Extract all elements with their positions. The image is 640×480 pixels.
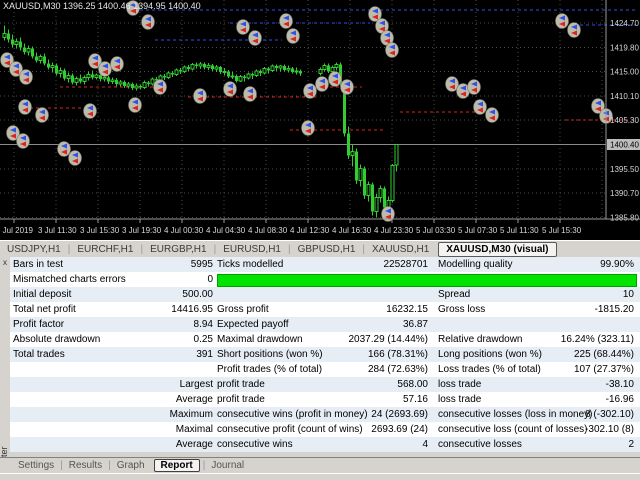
svg-text:1410.10: 1410.10 bbox=[610, 92, 639, 101]
svg-text:5 Jul 03:30: 5 Jul 03:30 bbox=[416, 226, 456, 235]
report-cell-value: 16232.15 bbox=[386, 304, 428, 315]
tester-tab-journal[interactable]: Journal bbox=[205, 460, 250, 471]
report-cell-value: Average bbox=[175, 394, 213, 405]
report-row: Maximal consecutive profit (count of wins… bbox=[10, 422, 640, 437]
svg-text:4 Jul 00:30: 4 Jul 00:30 bbox=[164, 226, 204, 235]
svg-text:5 Jul 15:30: 5 Jul 15:30 bbox=[542, 226, 582, 235]
chart-tab[interactable]: GBPUSD,H1 bbox=[291, 243, 363, 256]
tester-tab-results[interactable]: Results bbox=[63, 460, 108, 471]
report-cell-value: 2037.29 (14.44%) bbox=[348, 334, 428, 345]
report-cell-value: 16.24% (323.11) bbox=[560, 334, 634, 345]
svg-text:3 Jul 2019: 3 Jul 2019 bbox=[0, 226, 33, 235]
report-cell-value: 14416.95 bbox=[171, 304, 213, 315]
report-cell-value: 22528701 bbox=[383, 259, 429, 270]
svg-text:1405.30: 1405.30 bbox=[610, 116, 639, 125]
tester-tab-report[interactable]: Report bbox=[153, 459, 200, 472]
report-cell-value: 24 (2693.69) bbox=[371, 409, 428, 420]
report-cell-value: 500.00 bbox=[182, 289, 213, 300]
report-cell-value: 225 (68.44%) bbox=[573, 349, 634, 360]
report-cell-value: 0.25 bbox=[193, 334, 213, 345]
report-cell-value: 5995 bbox=[190, 259, 213, 270]
report-row: Bars in test 5995 Ticks modelled 22528701 Mo… bbox=[10, 257, 640, 272]
report-cell-value: 8 (-302.10) bbox=[585, 409, 634, 420]
svg-text:4 Jul 16:30: 4 Jul 16:30 bbox=[332, 226, 372, 235]
chart-tab[interactable]: XAUUSD,M30 (visual) bbox=[438, 242, 557, 257]
report-row: Profit factor 8.94 Expected payoff 36.87 bbox=[10, 317, 640, 332]
current-price-tag: 1400.40 bbox=[607, 139, 640, 150]
report-table: Bars in test 5995 Ticks modelled 22528701 Mo… bbox=[10, 257, 640, 452]
report-row: Absolute drawdown 0.25 Maximal drawdown 203… bbox=[10, 332, 640, 347]
report-cell-value: 284 (72.63%) bbox=[367, 364, 428, 375]
price-chart[interactable]: 1424.70 1419.80 1415.00 1410.10 1405.30 1395.… bbox=[0, 0, 640, 240]
chart-tab[interactable]: EURCHF,H1 bbox=[70, 243, 140, 256]
report-cell-value: 36.87 bbox=[402, 319, 428, 330]
report-cell-value: 99.90% bbox=[600, 259, 634, 270]
tester-tab-settings[interactable]: Settings bbox=[12, 460, 60, 471]
svg-text:3 Jul 19:30: 3 Jul 19:30 bbox=[122, 226, 162, 235]
report-cell-value: Average bbox=[175, 439, 213, 450]
report-cell-value: 568.00 bbox=[397, 379, 428, 390]
report-row: Average profit trade 57.16 loss trade -16.96 bbox=[10, 392, 640, 407]
svg-text:1419.80: 1419.80 bbox=[610, 44, 639, 53]
report-row: Total net profit 14416.95 Gross profit 1623… bbox=[10, 302, 640, 317]
report-cell-value: 391 bbox=[196, 349, 213, 360]
report-row: Average consecutive wins 4 consecutive loss… bbox=[10, 437, 640, 452]
svg-text:4 Jul 08:30: 4 Jul 08:30 bbox=[248, 226, 288, 235]
svg-text:4 Jul 23:30: 4 Jul 23:30 bbox=[374, 226, 414, 235]
svg-text:4 Jul 12:30: 4 Jul 12:30 bbox=[290, 226, 330, 235]
svg-text:4 Jul 04:30: 4 Jul 04:30 bbox=[206, 226, 246, 235]
report-cell-value: 4 bbox=[422, 439, 428, 450]
svg-text:1415.00: 1415.00 bbox=[610, 68, 639, 77]
svg-text:5 Jul 11:30: 5 Jul 11:30 bbox=[500, 226, 539, 235]
report-cell-value: Maximum bbox=[169, 409, 213, 420]
chart-tab[interactable]: EURGBP,H1 bbox=[143, 243, 214, 256]
svg-text:3 Jul 15:30: 3 Jul 15:30 bbox=[80, 226, 120, 235]
report-cell-value: 166 (78.31%) bbox=[367, 349, 428, 360]
close-icon[interactable]: x bbox=[1, 258, 9, 267]
tester-panel-edge: x Tester bbox=[0, 257, 10, 473]
report-cell-value: -302.10 (8) bbox=[585, 424, 634, 435]
report-row: Largest profit trade 568.00 loss trade -38.1… bbox=[10, 377, 640, 392]
chart-tab[interactable]: XAUUSD,H1 bbox=[365, 243, 436, 256]
report-cell-value: Largest bbox=[179, 379, 213, 390]
svg-text:5 Jul 07:30: 5 Jul 07:30 bbox=[458, 226, 498, 235]
report-cell-value: Maximal bbox=[175, 424, 213, 435]
svg-text:1424.70: 1424.70 bbox=[610, 19, 639, 28]
chart-title: XAUUSD,M30 1396.25 1400.46 1394.95 1400.… bbox=[3, 1, 201, 11]
chart-tab[interactable]: USDJPY,H1 bbox=[0, 243, 68, 256]
report-cell-value: -1815.20 bbox=[594, 304, 634, 315]
report-cell-value: 2693.69 (24) bbox=[371, 424, 428, 435]
report-cell-value: -38.10 bbox=[605, 379, 634, 390]
report-cell-value: 10 bbox=[622, 289, 634, 300]
report-row: Maximum consecutive wins (profit in money… bbox=[10, 407, 640, 422]
modelling-quality-bar bbox=[217, 274, 637, 287]
report-row: Initial deposit 500.00 Spread 10 bbox=[10, 287, 640, 302]
tester-tab-bar: Settings | Results | Graph Report | Journal bbox=[0, 457, 640, 473]
svg-text:1390.70: 1390.70 bbox=[610, 189, 639, 198]
svg-text:1400.40: 1400.40 bbox=[610, 141, 639, 150]
svg-text:1385.80: 1385.80 bbox=[610, 214, 639, 223]
report-row: Profit trades (% of total) 284 (72.63%) Lo… bbox=[10, 362, 640, 377]
report-cell-value: 57.16 bbox=[402, 394, 428, 405]
report-cell-value: 2 bbox=[628, 439, 634, 450]
report-row: Mismatched charts errors 0 bbox=[10, 272, 640, 287]
price-axis-labels: 1424.70 1419.80 1415.00 1410.10 1405.30 1395.… bbox=[610, 19, 639, 223]
mt4-tester-window: 1424.70 1419.80 1415.00 1410.10 1405.30 1395.… bbox=[0, 0, 640, 480]
svg-text:3 Jul 11:30: 3 Jul 11:30 bbox=[38, 226, 77, 235]
chart-tab-bar: USDJPY,H1 | EURCHF,H1 | EURGBP,H1 | EURUSD,H1 |… bbox=[0, 240, 640, 258]
report-row: Total trades 391 Short positions (won %) 16… bbox=[10, 347, 640, 362]
status-strip bbox=[0, 473, 640, 480]
chart-canvas[interactable]: 1424.70 1419.80 1415.00 1410.10 1405.30 1395.… bbox=[0, 0, 640, 240]
svg-text:1395.50: 1395.50 bbox=[610, 165, 639, 174]
chart-tab[interactable]: EURUSD,H1 bbox=[216, 243, 288, 256]
report-cell-value: 107 (27.37%) bbox=[573, 364, 634, 375]
report-cell-value: 8.94 bbox=[193, 319, 213, 330]
report-cell-value: -16.96 bbox=[605, 394, 634, 405]
tester-tab-graph[interactable]: Graph bbox=[111, 460, 151, 471]
report-cell-value: 0 bbox=[207, 274, 213, 285]
